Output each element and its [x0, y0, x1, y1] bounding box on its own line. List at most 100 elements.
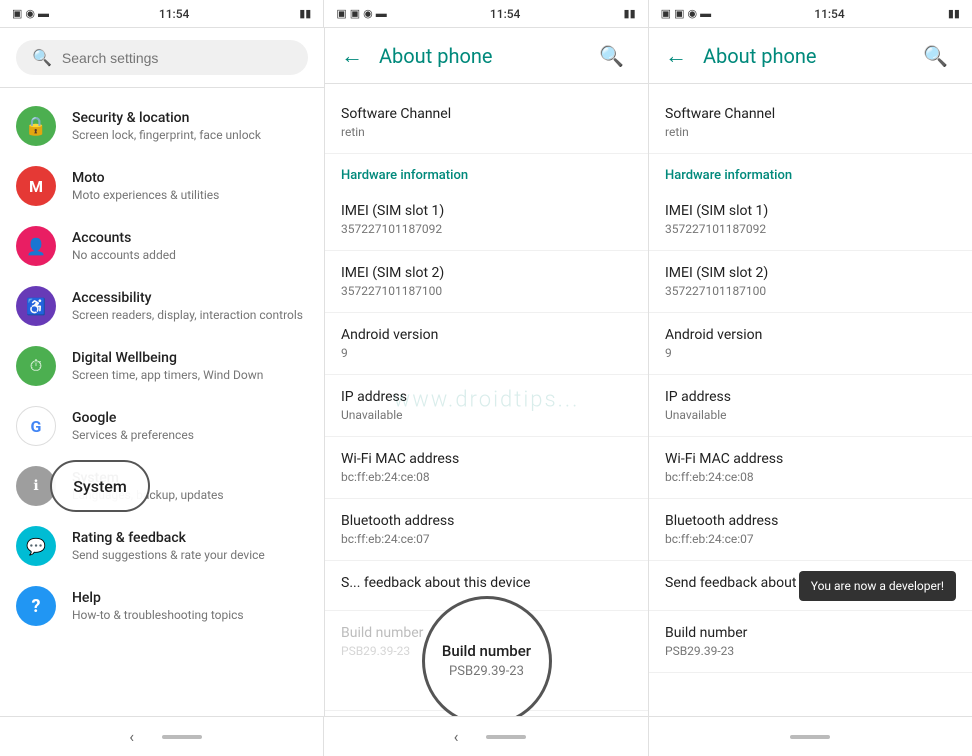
hardware-info-section-right: Hardware information [649, 154, 972, 189]
about-list-right: Software Channel retin Hardware informat… [649, 84, 972, 716]
settings-item-accessibility[interactable]: ♿ Accessibility Screen readers, display,… [0, 276, 324, 336]
about-header-right: ← About phone 🔍 [649, 28, 972, 84]
status-icon-2b: ▣ [350, 7, 360, 20]
status-icons-left-2: ▣ ▣ ◉ ▬ [336, 7, 386, 20]
about-panel-middle: ← About phone 🔍 www.droidtips... Softwar… [325, 28, 649, 716]
moto-icon: M [16, 166, 56, 206]
about-title-middle: About phone [379, 44, 591, 68]
settings-item-accounts[interactable]: 👤 Accounts No accounts added [0, 216, 324, 276]
nav-segment-2: ‹ [324, 717, 648, 756]
status-icon-msg: ▬ [38, 7, 49, 20]
rating-title: Rating & feedback [72, 530, 308, 546]
ip-value-right: Unavailable [665, 408, 956, 422]
help-subtitle: How-to & troubleshooting topics [72, 608, 308, 622]
about-item-software-channel-r[interactable]: Software Channel retin [649, 92, 972, 154]
status-icons-left-1: ▣ ◉ ▬ [12, 7, 49, 20]
digital-wellbeing-subtitle: Screen time, app timers, Wind Down [72, 368, 308, 382]
status-icon-file: ▣ [12, 7, 22, 20]
status-battery-1: ▮▮ [299, 7, 311, 20]
android-title-middle: Android version [341, 327, 632, 343]
android-title-right: Android version [665, 327, 956, 343]
software-channel-title-r: Software Channel [665, 106, 956, 122]
about-item-bt-middle[interactable]: Bluetooth address bc:ff:eb:24:ce:07 [325, 499, 648, 561]
system-highlight-circle: System [50, 460, 150, 512]
about-item-android-middle[interactable]: Android version 9 [325, 313, 648, 375]
accessibility-subtitle: Screen readers, display, interaction con… [72, 308, 308, 322]
google-title: Google [72, 410, 308, 426]
settings-item-system[interactable]: ℹ System Languages, backup, updates Syst… [0, 456, 324, 516]
ip-title-right: IP address [665, 389, 956, 405]
settings-item-security[interactable]: 🔒 Security & location Screen lock, finge… [0, 96, 324, 156]
back-button-right[interactable]: ← [665, 43, 687, 69]
imei2-value-right: 357227101187100 [665, 284, 956, 298]
status-icon-shield: ◉ [25, 7, 35, 20]
about-item-build-right[interactable]: Build number PSB29.39-23 [649, 611, 972, 673]
build-circle-value: PSB29.39-23 [449, 664, 524, 679]
search-button-right[interactable]: 🔍 [915, 36, 956, 76]
back-button-middle[interactable]: ← [341, 43, 363, 69]
imei2-title-right: IMEI (SIM slot 2) [665, 265, 956, 281]
ip-title-middle: IP address [341, 389, 632, 405]
rating-icon: 💬 [16, 526, 56, 566]
wifi-value-middle: bc:ff:eb:24:ce:08 [341, 470, 632, 484]
nav-pill-3 [790, 735, 830, 739]
settings-item-rating[interactable]: 💬 Rating & feedback Send suggestions & r… [0, 516, 324, 576]
about-item-imei1-middle[interactable]: IMEI (SIM slot 1) 357227101187092 [325, 189, 648, 251]
status-icon-3b: ▣ [674, 7, 684, 20]
settings-list: 🔒 Security & location Screen lock, finge… [0, 88, 324, 716]
about-item-ip-middle[interactable]: IP address Unavailable [325, 375, 648, 437]
about-item-imei2-right[interactable]: IMEI (SIM slot 2) 357227101187100 [649, 251, 972, 313]
help-icon: ? [16, 586, 56, 626]
about-item-ip-right[interactable]: IP address Unavailable [649, 375, 972, 437]
imei1-value-middle: 357227101187092 [341, 222, 632, 236]
status-segment-2: ▣ ▣ ◉ ▬ 11:54 ▮▮ [324, 0, 648, 27]
digital-wellbeing-title: Digital Wellbeing [72, 350, 308, 366]
moto-text: Moto Moto experiences & utilities [72, 170, 308, 202]
wifi-value-right: bc:ff:eb:24:ce:08 [665, 470, 956, 484]
bt-title-right: Bluetooth address [665, 513, 956, 529]
about-item-software-channel[interactable]: Software Channel retin [325, 92, 648, 154]
android-value-right: 9 [665, 346, 956, 360]
about-item-build-middle[interactable]: Build number PSB29.39-23 Build number PS… [325, 611, 648, 711]
about-item-feedback-right[interactable]: Send feedback about this device You are … [649, 561, 972, 611]
about-item-android-right[interactable]: Android version 9 [649, 313, 972, 375]
status-battery-3: ▮▮ [948, 7, 960, 20]
battery-icon-1: ▮▮ [299, 7, 311, 20]
about-item-wifi-right[interactable]: Wi-Fi MAC address bc:ff:eb:24:ce:08 [649, 437, 972, 499]
software-channel-title: Software Channel [341, 106, 632, 122]
settings-item-digital-wellbeing[interactable]: ⏱ Digital Wellbeing Screen time, app tim… [0, 336, 324, 396]
search-input[interactable] [62, 50, 292, 66]
google-subtitle: Services & preferences [72, 428, 308, 442]
toast-notification: You are now a developer! [799, 571, 956, 601]
help-title: Help [72, 590, 308, 606]
nav-segment-1: ‹ [0, 717, 324, 756]
wifi-title-right: Wi-Fi MAC address [665, 451, 956, 467]
security-title: Security & location [72, 110, 308, 126]
settings-item-google[interactable]: G Google Services & preferences [0, 396, 324, 456]
status-battery-2: ▮▮ [624, 7, 636, 20]
build-circle-title: Build number [442, 642, 531, 660]
accessibility-title: Accessibility [72, 290, 308, 306]
digital-wellbeing-icon: ⏱ [16, 346, 56, 386]
digital-wellbeing-text: Digital Wellbeing Screen time, app timer… [72, 350, 308, 382]
software-channel-subtitle: retin [341, 125, 632, 139]
settings-item-moto[interactable]: M Moto Moto experiences & utilities [0, 156, 324, 216]
status-segment-1: ▣ ◉ ▬ 11:54 ▮▮ [0, 0, 324, 27]
nav-back-2[interactable]: ‹ [446, 723, 467, 750]
about-title-right: About phone [703, 44, 915, 68]
about-item-wifi-middle[interactable]: Wi-Fi MAC address bc:ff:eb:24:ce:08 [325, 437, 648, 499]
accounts-text: Accounts No accounts added [72, 230, 308, 262]
settings-panel: 🔍 🔒 Security & location Screen lock, fin… [0, 28, 325, 716]
about-item-bt-right[interactable]: Bluetooth address bc:ff:eb:24:ce:07 [649, 499, 972, 561]
settings-item-help[interactable]: ? Help How-to & troubleshooting topics [0, 576, 324, 636]
search-input-wrapper[interactable]: 🔍 [16, 40, 308, 75]
status-segment-3: ▣ ▣ ◉ ▬ 11:54 ▮▮ [649, 0, 972, 27]
search-icon: 🔍 [32, 48, 52, 67]
about-item-imei2-middle[interactable]: IMEI (SIM slot 2) 357227101187100 [325, 251, 648, 313]
search-button-middle[interactable]: 🔍 [591, 36, 632, 76]
imei2-title-middle: IMEI (SIM slot 2) [341, 265, 632, 281]
about-item-imei1-right[interactable]: IMEI (SIM slot 1) 357227101187092 [649, 189, 972, 251]
nav-segment-3 [649, 717, 972, 756]
nav-back-1[interactable]: ‹ [121, 723, 142, 750]
main-container: 🔍 🔒 Security & location Screen lock, fin… [0, 28, 972, 716]
